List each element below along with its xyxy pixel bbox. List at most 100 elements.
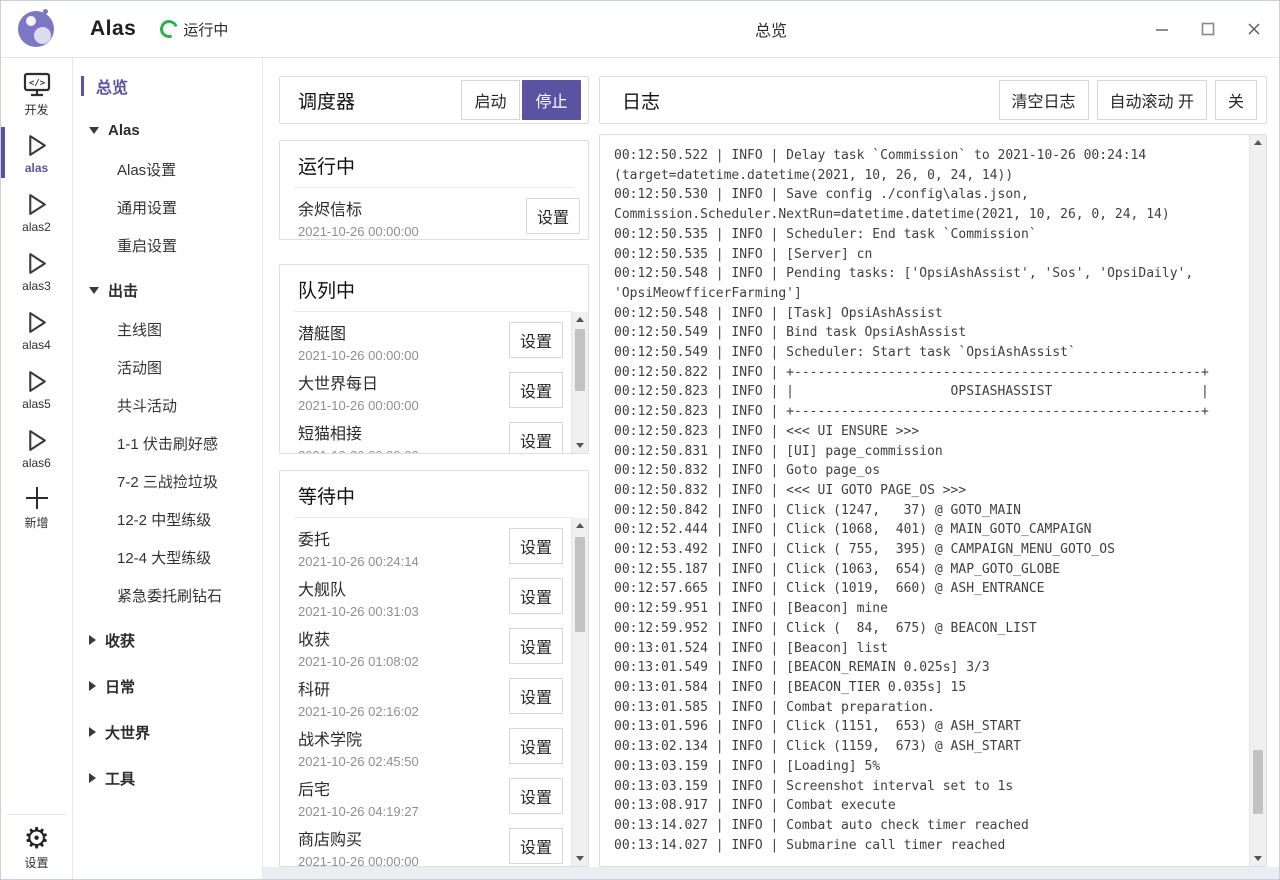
minimize-icon[interactable]: [1151, 18, 1173, 40]
task-row: 后宅2021-10-26 04:19:27设置: [280, 770, 571, 820]
plus-icon: [24, 483, 50, 513]
rail-item-label: alas3: [22, 279, 51, 293]
scroll-up-icon[interactable]: [572, 518, 588, 533]
log-scrollbar[interactable]: [1249, 135, 1266, 866]
menu-group-label: 出击: [108, 280, 138, 301]
rail-item-settings[interactable]: ⚙ 设置: [1, 815, 72, 879]
rail-item-label: alas4: [22, 338, 51, 352]
rail-item-label: alas2: [22, 220, 51, 234]
task-next-run-time: 2021-10-26 00:00:00: [298, 348, 509, 363]
menu-group-出击[interactable]: 出击: [73, 270, 262, 310]
rail-item-label: alas5: [22, 397, 51, 411]
task-name: 余烬信标: [298, 196, 526, 220]
rail-item-alas3[interactable]: alas3: [1, 241, 72, 300]
menu-group-收获[interactable]: 收获: [73, 620, 262, 660]
menu-group-label: 工具: [105, 768, 135, 789]
rail-item-alas5[interactable]: alas5: [1, 359, 72, 418]
task-settings-button[interactable]: 设置: [509, 678, 563, 714]
menu-group-label: 收获: [105, 630, 135, 651]
task-settings-button[interactable]: 设置: [509, 778, 563, 814]
task-next-run-time: 2021-10-26 00:24:14: [298, 554, 509, 569]
stop-button[interactable]: 停止: [522, 80, 581, 120]
menu-item-共斗活动[interactable]: 共斗活动: [73, 386, 262, 424]
rail-item-add[interactable]: 新增: [1, 477, 72, 536]
task-settings-button[interactable]: 设置: [509, 322, 563, 358]
scroll-down-icon[interactable]: [572, 851, 588, 866]
waiting-scrollbar[interactable]: [571, 518, 588, 866]
clear-log-button[interactable]: 清空日志: [999, 80, 1089, 120]
start-button[interactable]: 启动: [461, 80, 520, 120]
play-icon: [23, 189, 50, 219]
task-settings-button[interactable]: 设置: [509, 628, 563, 664]
waiting-card: 等待中 委托2021-10-26 00:24:14设置大舰队2021-10-26…: [279, 470, 589, 867]
log-output-card: 00:12:50.522 | INFO | Delay task `Commis…: [599, 134, 1267, 867]
scheduler-status: 运行中: [160, 19, 228, 40]
scroll-down-icon[interactable]: [572, 438, 588, 453]
menu-item-重启设置[interactable]: 重启设置: [73, 226, 262, 264]
queued-scrollbar[interactable]: [571, 312, 588, 453]
scheduler-header-card: 调度器 启动 停止: [279, 76, 589, 124]
running-spinner-icon: [157, 17, 181, 41]
titlebar: Alas 运行中 总览: [1, 1, 1279, 58]
task-name: 商店购买: [298, 826, 509, 850]
menu-item-12-4 大型练级[interactable]: 12-4 大型练级: [73, 538, 262, 576]
menu-item-通用设置[interactable]: 通用设置: [73, 188, 262, 226]
task-settings-button[interactable]: 设置: [509, 578, 563, 614]
menu-group-大世界[interactable]: 大世界: [73, 712, 262, 752]
task-name: 收获: [298, 626, 509, 650]
task-settings-button[interactable]: 设置: [509, 422, 563, 453]
menu-item-7-2 三战捡垃圾[interactable]: 7-2 三战捡垃圾: [73, 462, 262, 500]
task-name: 委托: [298, 526, 509, 550]
task-settings-button[interactable]: 设置: [509, 372, 563, 408]
scroll-up-icon[interactable]: [572, 312, 588, 327]
autoscroll-off-button[interactable]: 关: [1215, 80, 1257, 120]
menu-item-overview[interactable]: 总览: [73, 72, 262, 100]
close-icon[interactable]: [1243, 18, 1265, 40]
menu-group-日常[interactable]: 日常: [73, 666, 262, 706]
scroll-down-icon[interactable]: [1250, 851, 1266, 866]
chevron-right-icon: [89, 681, 96, 691]
menu-item-12-2 中型练级[interactable]: 12-2 中型练级: [73, 500, 262, 538]
menu-item-活动图[interactable]: 活动图: [73, 348, 262, 386]
rail-item-label: alas6: [22, 456, 51, 470]
rail-item-dev[interactable]: </> 开发: [1, 64, 72, 123]
menu-item-主线图[interactable]: 主线图: [73, 310, 262, 348]
rail-item-alas2[interactable]: alas2: [1, 182, 72, 241]
task-next-run-time: 2021-10-26 02:45:50: [298, 754, 509, 769]
scrollbar-thumb[interactable]: [575, 537, 585, 632]
task-settings-button[interactable]: 设置: [526, 198, 580, 234]
scroll-up-icon[interactable]: [1250, 135, 1266, 150]
rail-item-alas6[interactable]: alas6: [1, 418, 72, 477]
menu-group-label: Alas: [108, 122, 140, 139]
log-title: 日志: [622, 87, 991, 114]
running-card: 运行中 余烬信标2021-10-26 00:00:00设置: [279, 140, 589, 240]
play-icon: [23, 366, 50, 396]
app-window: Alas 运行中 总览 </>: [0, 0, 1280, 880]
menu-group-工具[interactable]: 工具: [73, 758, 262, 798]
running-status-label: 运行中: [183, 19, 228, 40]
scrollbar-thumb[interactable]: [1253, 750, 1263, 814]
play-icon: [23, 248, 50, 278]
task-next-run-time: 2021-10-26 00:00:00: [298, 854, 509, 866]
task-name: 大世界每日: [298, 370, 509, 394]
maximize-icon[interactable]: [1197, 18, 1219, 40]
queued-title: 队列中: [280, 265, 588, 311]
chevron-right-icon: [89, 635, 96, 645]
menu-item-Alas设置[interactable]: Alas设置: [73, 150, 262, 188]
rail-item-alas[interactable]: alas: [1, 123, 72, 182]
autoscroll-on-button[interactable]: 自动滚动 开: [1097, 80, 1207, 120]
task-settings-button[interactable]: 设置: [509, 828, 563, 864]
window-controls: [1151, 1, 1265, 57]
task-name: 短猫相接: [298, 420, 509, 444]
menu-item-紧急委托刷钻石[interactable]: 紧急委托刷钻石: [73, 576, 262, 614]
scrollbar-thumb[interactable]: [575, 329, 585, 391]
log-output[interactable]: 00:12:50.522 | INFO | Delay task `Commis…: [600, 135, 1266, 866]
rail-item-alas4[interactable]: alas4: [1, 300, 72, 359]
task-row: 委托 2021-10-26 00:24:14设置: [280, 520, 571, 570]
task-settings-button[interactable]: 设置: [509, 528, 563, 564]
menu-group-Alas[interactable]: Alas: [73, 110, 262, 150]
task-settings-button[interactable]: 设置: [509, 728, 563, 764]
menu-item-1-1 伏击刷好感[interactable]: 1-1 伏击刷好感: [73, 424, 262, 462]
task-name: 潜艇图: [298, 320, 509, 344]
rail-item-label: alas: [25, 161, 48, 175]
